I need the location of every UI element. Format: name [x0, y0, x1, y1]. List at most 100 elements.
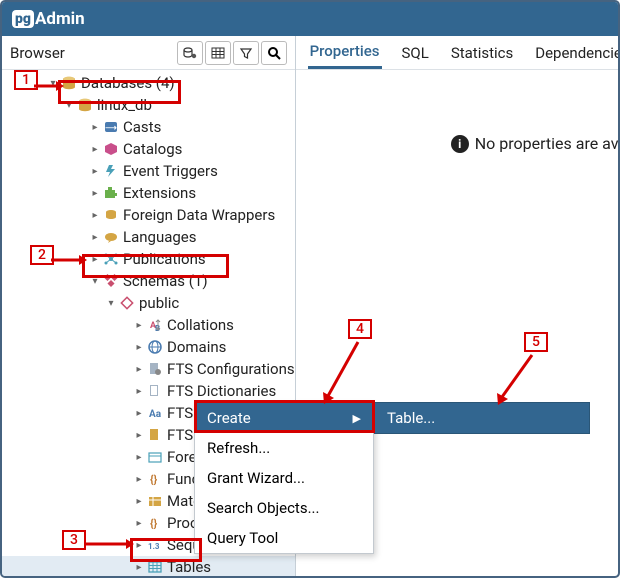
info-icon: i	[451, 135, 469, 153]
tab-dependencies[interactable]: Dependencies	[533, 38, 620, 68]
tree-fts-dict[interactable]: ▸ FTS Dictionaries	[2, 380, 295, 402]
browser-header: Browser	[2, 36, 295, 70]
chevron-right-icon[interactable]: ▸	[132, 540, 146, 551]
chevron-right-icon[interactable]: ▸	[132, 386, 146, 397]
tree-label: FTS	[167, 426, 193, 444]
tree-fts-conf[interactable]: ▸FTS Configurations	[2, 358, 295, 380]
fts-config-icon	[146, 360, 164, 378]
tab-statistics[interactable]: Statistics	[449, 38, 515, 68]
ctx-create[interactable]: Create▶	[195, 403, 373, 433]
tree-label: public	[139, 294, 179, 312]
casts-icon: ⟶	[102, 118, 120, 136]
ctx-query-tool[interactable]: Query Tool	[195, 523, 373, 553]
tool-filter-icon[interactable]	[233, 41, 259, 65]
tree-label: Extensions	[123, 184, 196, 202]
sequence-icon: 1.3	[146, 536, 164, 554]
chevron-right-icon[interactable]: ▸	[88, 144, 102, 155]
chevron-right-icon[interactable]: ▸	[132, 562, 146, 573]
chevron-right-icon[interactable]: ▸	[88, 210, 102, 221]
context-submenu[interactable]: Table...	[374, 402, 590, 434]
chevron-down-icon[interactable]: ▾	[104, 298, 118, 309]
languages-icon	[102, 228, 120, 246]
chevron-right-icon[interactable]: ▸	[88, 122, 102, 133]
tree-public[interactable]: ▾ public	[2, 292, 295, 314]
tool-grid-icon[interactable]	[205, 41, 231, 65]
chevron-right-icon[interactable]: ▸	[132, 496, 146, 507]
context-menu[interactable]: Create▶ Refresh... Grant Wizard... Searc…	[194, 402, 374, 554]
ctx-create-table[interactable]: Table...	[375, 403, 589, 433]
tree-label: Foreign Data Wrappers	[123, 206, 275, 224]
tool-db-icon[interactable]	[177, 41, 203, 65]
svg-text:{}: {}	[150, 517, 158, 530]
tables-icon	[146, 558, 164, 576]
tree-collations[interactable]: ▸ABCollations	[2, 314, 295, 336]
foreign-table-icon	[146, 448, 164, 466]
tree-label: FTS Dictionaries	[167, 382, 276, 400]
chevron-right-icon[interactable]: ▸	[132, 430, 146, 441]
chevron-right-icon[interactable]: ▸	[132, 342, 146, 353]
tab-bar: Properties SQL Statistics Dependencies	[296, 36, 620, 70]
ctx-refresh[interactable]: Refresh...	[195, 433, 373, 463]
tree-label: Fore	[167, 448, 197, 466]
tree-casts[interactable]: ▸⟶ Casts	[2, 116, 295, 138]
chevron-right-icon[interactable]: ▸	[132, 518, 146, 529]
chevron-right-icon[interactable]: ▸	[132, 320, 146, 331]
chevron-right-icon[interactable]: ▸	[132, 452, 146, 463]
chevron-right-icon: ▶	[353, 412, 361, 425]
tab-sql[interactable]: SQL	[400, 38, 431, 68]
tool-search-icon[interactable]	[261, 41, 287, 65]
tree-publications[interactable]: ▸ Publications	[2, 248, 295, 270]
chevron-right-icon[interactable]: ▸	[132, 474, 146, 485]
fts-dict-icon	[146, 382, 164, 400]
tree-label: Publications	[123, 250, 206, 268]
schema-icon	[118, 294, 136, 312]
tree-label: Casts	[123, 118, 161, 136]
chevron-down-icon[interactable]: ▾	[62, 100, 76, 111]
tree-label: Languages	[123, 228, 197, 246]
browser-title: Browser	[10, 44, 65, 62]
publications-icon	[102, 250, 120, 268]
chevron-right-icon[interactable]: ▸	[88, 232, 102, 243]
matview-icon	[146, 492, 164, 510]
tree-schemas[interactable]: ▾Schemas (1)	[2, 270, 295, 292]
chevron-right-icon[interactable]: ▸	[132, 408, 146, 419]
no-properties-message: i No properties are availa	[451, 134, 620, 153]
chevron-right-icon[interactable]: ▸	[88, 254, 102, 265]
chevron-right-icon[interactable]: ▸	[88, 166, 102, 177]
tree-catalogs[interactable]: ▸Catalogs	[2, 138, 295, 160]
tree-label: Databases (4)	[81, 74, 175, 92]
browser-toolbar	[177, 41, 287, 65]
extensions-icon	[102, 184, 120, 202]
tree-fdw[interactable]: ▸ Foreign Data Wrappers	[2, 204, 295, 226]
tree-extensions[interactable]: ▸ Extensions	[2, 182, 295, 204]
ctx-search-objects[interactable]: Search Objects...	[195, 493, 373, 523]
chevron-down-icon[interactable]: ▾	[88, 276, 102, 287]
svg-text:⟶: ⟶	[105, 123, 117, 132]
chevron-down-icon[interactable]: ▾	[46, 78, 60, 89]
tree-label: Domains	[167, 338, 226, 356]
tree-label: Tables	[167, 558, 211, 576]
schemas-icon	[102, 272, 120, 290]
ctx-grant-wizard[interactable]: Grant Wizard...	[195, 463, 373, 493]
collation-icon: AB	[146, 316, 164, 334]
tree-domains[interactable]: ▸ Domains	[2, 336, 295, 358]
tree-tables[interactable]: ▸ Tables	[2, 556, 295, 576]
fts-template-icon	[146, 426, 164, 444]
tree-linuxdb[interactable]: ▾ linux_db	[2, 94, 295, 116]
tree-languages[interactable]: ▸ Languages	[2, 226, 295, 248]
tree-databases[interactable]: ▾ Databases (4)	[2, 72, 295, 94]
function-icon: {}	[146, 470, 164, 488]
title-bar: pgAdmin	[2, 2, 618, 36]
chevron-right-icon[interactable]: ▸	[132, 364, 146, 375]
chevron-right-icon[interactable]: ▸	[88, 188, 102, 199]
tab-properties[interactable]: Properties	[308, 36, 382, 69]
database-icon	[76, 96, 94, 114]
procedure-icon: {}	[146, 514, 164, 532]
logo-pg: pg	[12, 10, 34, 28]
svg-text:1.3: 1.3	[148, 542, 160, 551]
tree-label: linux_db	[97, 96, 152, 114]
tree-event-triggers[interactable]: ▸Event Triggers	[2, 160, 295, 182]
fts-parser-icon: Aa	[146, 404, 164, 422]
ctx-label: Refresh...	[207, 439, 270, 457]
catalogs-icon	[102, 140, 120, 158]
